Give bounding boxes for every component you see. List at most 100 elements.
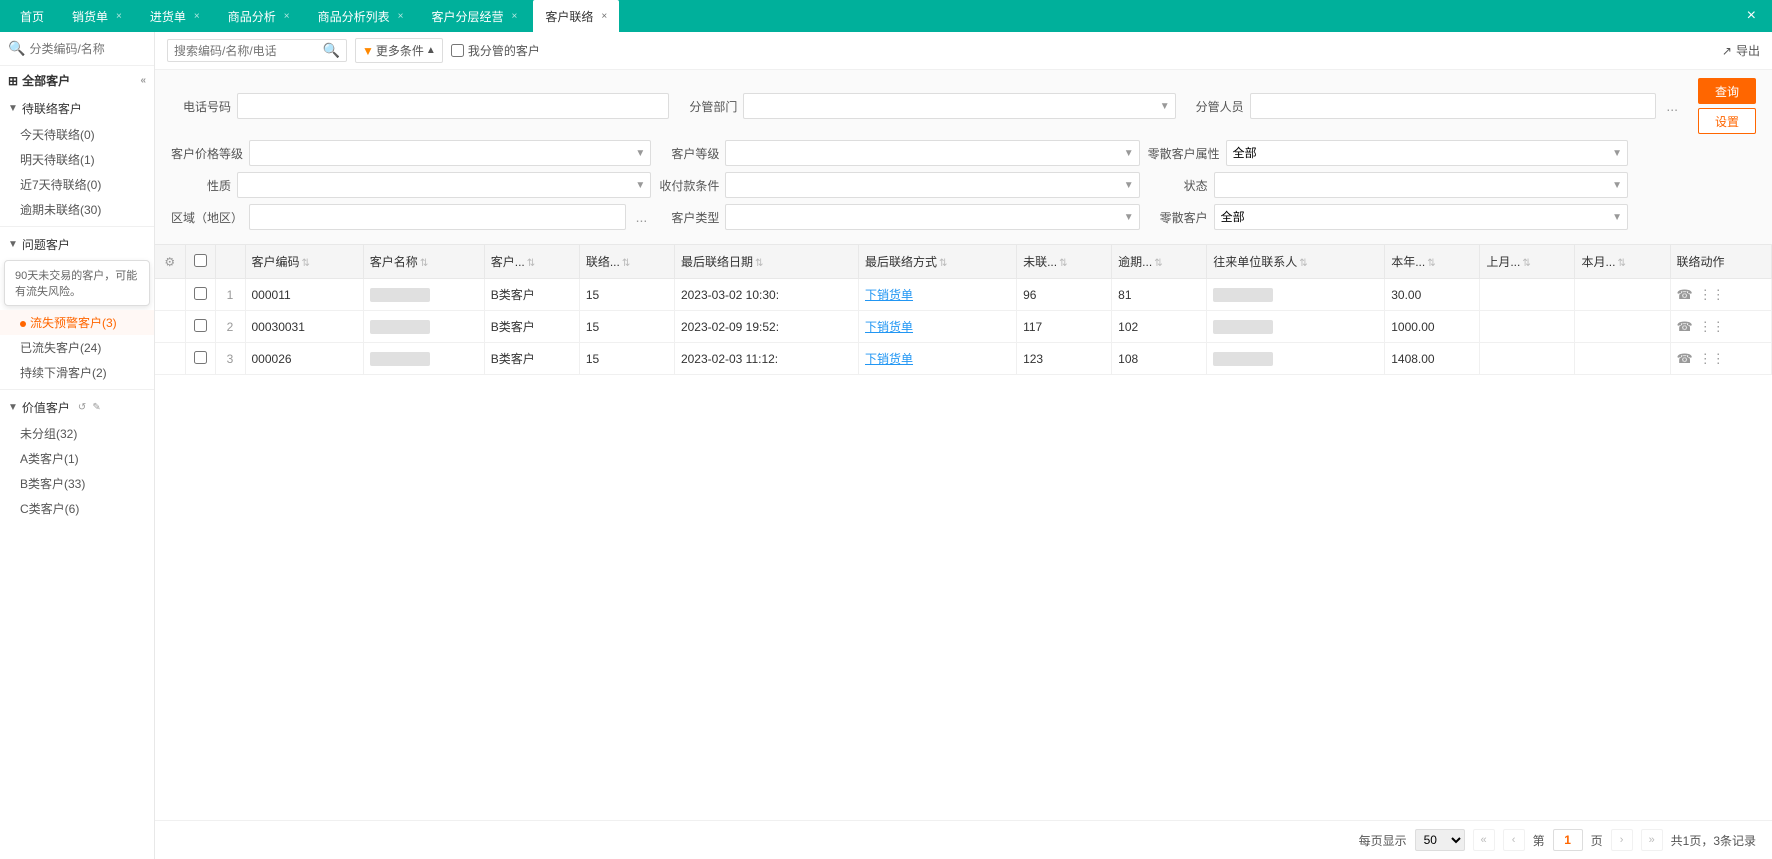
- sort-icon[interactable]: ⇅: [622, 258, 630, 269]
- search-button[interactable]: 🔍: [323, 42, 340, 59]
- action-more-icon[interactable]: ⋮⋮: [1699, 287, 1725, 303]
- nav-home[interactable]: 首页: [8, 0, 56, 32]
- filter-status-select[interactable]: [1214, 172, 1628, 198]
- sidebar-item-tomorrow[interactable]: 明天待联络(1): [0, 147, 154, 172]
- sort-icon[interactable]: ⇅: [755, 258, 763, 269]
- filter-customer-level-select[interactable]: [725, 140, 1139, 166]
- close-purchase-tab[interactable]: ×: [194, 11, 200, 22]
- my-customers-filter[interactable]: 我分管的客户: [451, 42, 540, 59]
- filter-zero-customer-wrap: 全部 ▼: [1214, 204, 1628, 230]
- row-gear: [155, 279, 185, 311]
- sort-icon[interactable]: ⇅: [1154, 258, 1162, 269]
- sidebar-item-overdue[interactable]: 逾期未联络(30): [0, 197, 154, 222]
- action-contact-icon[interactable]: ☎: [1677, 351, 1693, 367]
- th-gear[interactable]: ⚙: [155, 245, 185, 279]
- sidebar-item-churned[interactable]: 已流失客户(24): [0, 335, 154, 360]
- sidebar-item-class-a[interactable]: A类客户(1): [0, 446, 154, 471]
- nav-tab-analysis-list[interactable]: 商品分析列表 ×: [306, 0, 416, 32]
- row-last-way-link[interactable]: 下销货单: [865, 352, 913, 366]
- last-page-btn[interactable]: »: [1641, 829, 1663, 851]
- action-more-icon[interactable]: ⋮⋮: [1699, 351, 1725, 367]
- sidebar-search-input[interactable]: [29, 42, 155, 56]
- sort-icon[interactable]: ⇅: [302, 258, 310, 269]
- sidebar-item-class-c[interactable]: C类客户(6): [0, 496, 154, 521]
- action-contact-icon[interactable]: ☎: [1677, 287, 1693, 303]
- sidebar-group-value[interactable]: ▼ 价值客户 ↺ ✎: [0, 394, 154, 421]
- query-button[interactable]: 查询: [1698, 78, 1756, 104]
- filter-field-zero-attr: 零散客户属性 全部 ▼: [1148, 140, 1628, 166]
- filter-customer-type-select[interactable]: [725, 204, 1139, 230]
- filter-region-input[interactable]: [249, 204, 626, 230]
- more-filter-btn[interactable]: ▼ 更多条件 ▲: [355, 38, 443, 63]
- filter-dept-select[interactable]: [743, 93, 1175, 119]
- th-index: [215, 245, 245, 279]
- filter-manager-input[interactable]: [1250, 93, 1657, 119]
- sidebar-group-problem[interactable]: ▼ 问题客户: [0, 231, 154, 258]
- nav-tab-analysis[interactable]: 商品分析 ×: [216, 0, 302, 32]
- sidebar-all-customers[interactable]: ⊞ 全部客户 «: [0, 66, 154, 95]
- sort-icon[interactable]: ⇅: [939, 258, 947, 269]
- sort-icon[interactable]: ⇅: [1522, 258, 1530, 269]
- row-last-way: 下销货单: [859, 311, 1017, 343]
- sidebar-item-today[interactable]: 今天待联络(0): [0, 122, 154, 147]
- filter-payment-select[interactable]: [725, 172, 1139, 198]
- row-checkbox[interactable]: [194, 351, 207, 364]
- sort-icon[interactable]: ⇅: [1427, 258, 1435, 269]
- close-customer-contact-tab[interactable]: ×: [601, 11, 607, 22]
- my-customers-checkbox[interactable]: [451, 44, 464, 57]
- sidebar-item-7days[interactable]: 近7天待联络(0): [0, 172, 154, 197]
- row-checkbox[interactable]: [194, 287, 207, 300]
- filter-phone-input[interactable]: [237, 93, 669, 119]
- close-sales-tab[interactable]: ×: [116, 11, 122, 22]
- select-all-checkbox[interactable]: [194, 254, 207, 267]
- page-num-input[interactable]: [1553, 829, 1583, 851]
- search-input[interactable]: [174, 44, 319, 58]
- row-gear: [155, 311, 185, 343]
- action-contact-icon[interactable]: ☎: [1677, 319, 1693, 335]
- row-type: B类客户: [484, 311, 579, 343]
- th-this-year: 本年...⇅: [1385, 245, 1480, 279]
- close-analysis-tab[interactable]: ×: [284, 11, 290, 22]
- filter-region-more[interactable]: ...: [632, 209, 652, 225]
- sort-icon[interactable]: ⇅: [1617, 258, 1625, 269]
- sort-icon[interactable]: ⇅: [1299, 258, 1307, 269]
- next-page-btn[interactable]: ›: [1611, 829, 1633, 851]
- filter-zero-customer-select[interactable]: 全部: [1214, 204, 1628, 230]
- page-label: 第: [1533, 832, 1545, 849]
- prev-page-btn[interactable]: ‹: [1503, 829, 1525, 851]
- sidebar-item-declining[interactable]: 持续下滑客户(2): [0, 360, 154, 385]
- row-checkbox[interactable]: [194, 319, 207, 332]
- refresh-icon[interactable]: ↺: [78, 402, 86, 413]
- settings-button[interactable]: 设置: [1698, 108, 1756, 134]
- filter-price-level-wrap: ▼: [249, 140, 651, 166]
- first-page-btn[interactable]: «: [1473, 829, 1495, 851]
- filter-price-level-select[interactable]: [249, 140, 651, 166]
- edit-icon[interactable]: ✎: [92, 402, 100, 413]
- row-last-way-link[interactable]: 下销货单: [865, 288, 913, 302]
- sidebar-item-ungrouped[interactable]: 未分组(32): [0, 421, 154, 446]
- per-page-select[interactable]: 50: [1415, 829, 1465, 851]
- filter-manager-more[interactable]: ...: [1662, 98, 1682, 114]
- action-more-icon[interactable]: ⋮⋮: [1699, 319, 1725, 335]
- sort-icon[interactable]: ⇅: [527, 258, 535, 269]
- sidebar-group-pending[interactable]: ▼ 待联络客户: [0, 95, 154, 122]
- nav-tab-customer-tier[interactable]: 客户分层经营 ×: [419, 0, 529, 32]
- close-analysis-list-tab[interactable]: ×: [398, 11, 404, 22]
- sort-icon[interactable]: ⇅: [1059, 258, 1067, 269]
- sidebar-item-churn-warning[interactable]: 流失预警客户(3): [0, 310, 154, 335]
- row-overdue: 108: [1112, 343, 1207, 375]
- row-last-date: 2023-02-03 11:12:: [674, 343, 858, 375]
- close-all-btn[interactable]: ×: [1739, 7, 1764, 25]
- nav-tab-sales[interactable]: 销货单 ×: [60, 0, 134, 32]
- filter-nature-select[interactable]: [237, 172, 651, 198]
- sidebar-item-class-b[interactable]: B类客户(33): [0, 471, 154, 496]
- filter-zero-attr-select[interactable]: 全部: [1226, 140, 1628, 166]
- row-type: B类客户: [484, 279, 579, 311]
- sort-icon[interactable]: ⇅: [420, 258, 428, 269]
- nav-tab-purchase[interactable]: 进货单 ×: [138, 0, 212, 32]
- close-customer-tier-tab[interactable]: ×: [511, 11, 517, 22]
- export-btn[interactable]: ↗ 导出: [1722, 42, 1760, 59]
- export-icon: ↗: [1722, 44, 1732, 58]
- nav-tab-customer-contact[interactable]: 客户联络 ×: [533, 0, 619, 32]
- row-last-way-link[interactable]: 下销货单: [865, 320, 913, 334]
